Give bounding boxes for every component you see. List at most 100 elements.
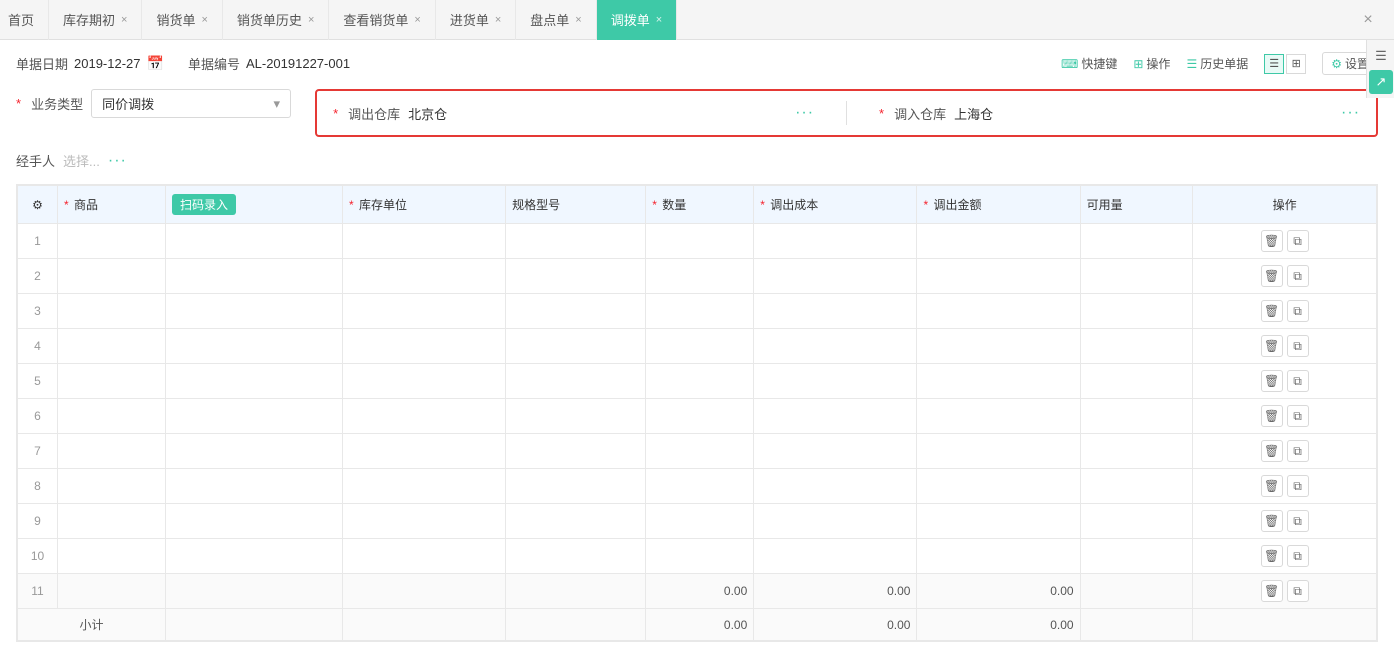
copy-btn-11[interactable]: ⧉ <box>1287 580 1309 602</box>
cell-action-10: 🗑 ⧉ <box>1193 539 1377 574</box>
cell-qty-9 <box>646 504 754 539</box>
cell-qty-1 <box>646 224 754 259</box>
delete-btn-1[interactable]: 🗑 <box>1261 230 1283 252</box>
copy-btn-5[interactable]: ⧉ <box>1287 370 1309 392</box>
cell-spec-2 <box>506 259 646 294</box>
th-spec: 规格型号 <box>506 186 646 224</box>
cell-action-8: 🗑 ⧉ <box>1193 469 1377 504</box>
delete-btn-11[interactable]: 🗑 <box>1261 580 1283 602</box>
th-product: * 商品 <box>58 186 166 224</box>
cell-product-6[interactable] <box>58 399 166 434</box>
cell-product-10[interactable] <box>58 539 166 574</box>
delete-btn-3[interactable]: 🗑 <box>1261 300 1283 322</box>
history-icon: ☰ <box>1186 57 1197 71</box>
cell-action-1: 🗑 ⧉ <box>1193 224 1377 259</box>
delete-btn-2[interactable]: 🗑 <box>1261 265 1283 287</box>
copy-btn-10[interactable]: ⧉ <box>1287 545 1309 567</box>
tab-close-inventory-check[interactable]: × <box>575 14 581 26</box>
cell-qty-2 <box>646 259 754 294</box>
delete-btn-5[interactable]: 🗑 <box>1261 370 1283 392</box>
cell-product-7[interactable] <box>58 434 166 469</box>
history-btn[interactable]: ☰ 历史单据 <box>1186 55 1248 72</box>
tab-sales-order[interactable]: 销货单 × <box>142 0 222 40</box>
th-gear[interactable]: ⚙ <box>18 186 58 224</box>
tab-close-transfer-order[interactable]: × <box>656 14 662 26</box>
delete-btn-9[interactable]: 🗑 <box>1261 510 1283 532</box>
copy-btn-3[interactable]: ⧉ <box>1287 300 1309 322</box>
delete-btn-8[interactable]: 🗑 <box>1261 475 1283 497</box>
warehouse-in-required-star: * <box>879 106 884 121</box>
tab-close-sales-history[interactable]: × <box>308 14 314 26</box>
window-close-button[interactable]: × <box>1350 2 1386 38</box>
tab-close-sales-order[interactable]: × <box>201 14 207 26</box>
person-more-btn[interactable]: ··· <box>108 152 127 170</box>
tab-purchase-order[interactable]: 进货单 × <box>436 0 516 40</box>
cell-spec-3 <box>506 294 646 329</box>
cell-available-5 <box>1080 364 1193 399</box>
table-row: 7 🗑 ⧉ <box>18 434 1377 469</box>
delete-btn-7[interactable]: 🗑 <box>1261 440 1283 462</box>
cell-product-1[interactable] <box>58 224 166 259</box>
cell-product-2[interactable] <box>58 259 166 294</box>
tab-home[interactable]: 首页 <box>8 0 49 40</box>
delete-btn-10[interactable]: 🗑 <box>1261 545 1283 567</box>
sidebar-list-icon[interactable]: ☰ <box>1369 44 1393 68</box>
warehouse-in-more-btn[interactable]: ··· <box>1341 104 1360 122</box>
copy-btn-9[interactable]: ⧉ <box>1287 510 1309 532</box>
cell-scan-9 <box>166 504 343 539</box>
copy-btn-6[interactable]: ⧉ <box>1287 405 1309 427</box>
tab-close-view-sales[interactable]: × <box>414 14 420 26</box>
table-header-row: ⚙ * 商品 扫码录入 * 库存单位 规格型号 * 数量 <box>18 186 1377 224</box>
tab-inventory-check[interactable]: 盘点单 × <box>516 0 596 40</box>
scan-button[interactable]: 扫码录入 <box>172 194 236 215</box>
operation-btn[interactable]: ⊞ 操作 <box>1133 55 1170 72</box>
cell-scan-7 <box>166 434 343 469</box>
cell-amount-6 <box>917 399 1080 434</box>
copy-btn-2[interactable]: ⧉ <box>1287 265 1309 287</box>
business-type-select[interactable]: 同价调拨 ▾ <box>91 89 291 118</box>
copy-btn-4[interactable]: ⧉ <box>1287 335 1309 357</box>
warehouse-out-value[interactable]: 北京仓 <box>408 104 787 123</box>
warehouse-out-label: 调出仓库 <box>348 104 400 123</box>
grid-icon: ⊞ <box>1133 57 1143 71</box>
tab-sales-history[interactable]: 销货单历史 × <box>223 0 329 40</box>
delete-btn-6[interactable]: 🗑 <box>1261 405 1283 427</box>
tab-close-initial-stock[interactable]: × <box>121 14 127 26</box>
shortcut-btn[interactable]: ⌨ 快捷键 <box>1061 55 1117 72</box>
cell-spec-7 <box>506 434 646 469</box>
warehouse-out-more-btn[interactable]: ··· <box>795 104 814 122</box>
cell-amount-2 <box>917 259 1080 294</box>
copy-btn-7[interactable]: ⧉ <box>1287 440 1309 462</box>
person-select[interactable]: 选择... <box>63 151 100 170</box>
cell-product-9[interactable] <box>58 504 166 539</box>
layout-list-btn[interactable]: ☰ <box>1264 54 1284 74</box>
row-num-8: 8 <box>18 469 58 504</box>
warehouse-in-value[interactable]: 上海仓 <box>954 104 1333 123</box>
table-row: 6 🗑 ⧉ <box>18 399 1377 434</box>
doc-date-value[interactable]: 2019-12-27 <box>74 56 141 71</box>
tab-close-purchase-order[interactable]: × <box>495 14 501 26</box>
cell-product-3[interactable] <box>58 294 166 329</box>
business-type-required-star: * <box>16 96 21 111</box>
tab-view-sales[interactable]: 查看销货单 × <box>329 0 435 40</box>
copy-btn-1[interactable]: ⧉ <box>1287 230 1309 252</box>
doc-date-label: 单据日期 <box>16 54 68 73</box>
th-scan[interactable]: 扫码录入 <box>166 186 343 224</box>
sidebar-export-icon[interactable]: ↗ <box>1369 70 1393 94</box>
gear-icon: ⚙ <box>1331 57 1342 71</box>
cell-spec-4 <box>506 329 646 364</box>
delete-btn-4[interactable]: 🗑 <box>1261 335 1283 357</box>
tab-initial-stock[interactable]: 库存期初 × <box>49 0 142 40</box>
doc-number-value: AL-20191227-001 <box>246 56 350 71</box>
cell-product-5[interactable] <box>58 364 166 399</box>
cell-product-8[interactable] <box>58 469 166 504</box>
tab-transfer-order[interactable]: 调拨单 × <box>597 0 677 40</box>
cell-product-11[interactable] <box>58 574 166 609</box>
layout-grid-btn[interactable]: ⊞ <box>1286 54 1306 74</box>
cell-cost-8 <box>754 469 917 504</box>
cell-action-7: 🗑 ⧉ <box>1193 434 1377 469</box>
cell-product-4[interactable] <box>58 329 166 364</box>
copy-btn-8[interactable]: ⧉ <box>1287 475 1309 497</box>
calendar-icon[interactable]: 📅 <box>147 55 164 72</box>
th-cost: * 调出成本 <box>754 186 917 224</box>
